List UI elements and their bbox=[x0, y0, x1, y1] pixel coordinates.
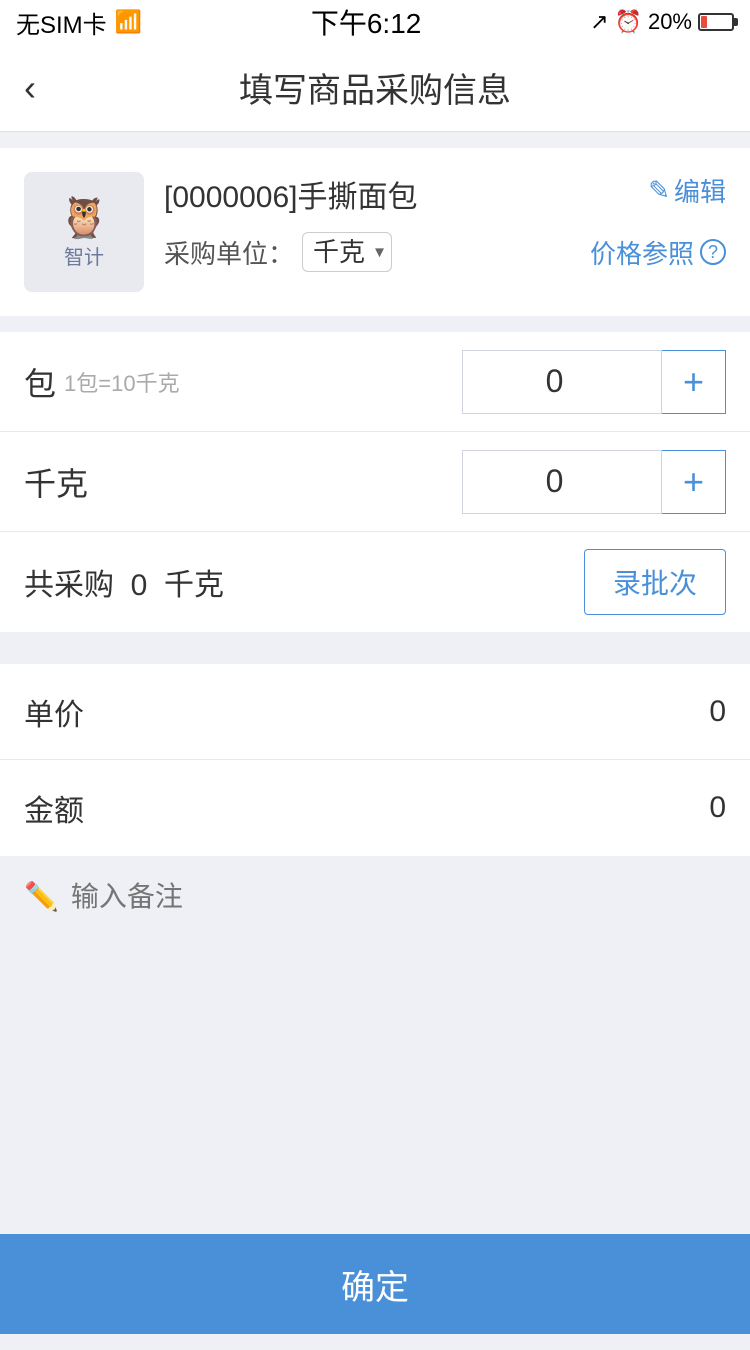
divider-1 bbox=[0, 316, 750, 332]
location-icon: ↗ bbox=[590, 9, 608, 35]
product-name: [0000006]手撕面包 bbox=[164, 172, 648, 216]
unit-price-label: 单价 bbox=[24, 690, 84, 734]
alarm-icon: ⏰ bbox=[615, 9, 642, 35]
bag-label: 包 bbox=[24, 359, 56, 405]
status-time: 下午6:12 bbox=[311, 2, 422, 42]
bag-input[interactable] bbox=[462, 350, 662, 414]
status-left: 无SIM卡 📶 bbox=[16, 5, 142, 40]
unit-label: 采购单位： bbox=[164, 234, 294, 271]
nav-bar: ‹ 填写商品采购信息 bbox=[0, 44, 750, 132]
edit-icon: ✎ bbox=[648, 175, 670, 206]
back-button[interactable]: ‹ bbox=[24, 67, 36, 109]
total-value: 0 bbox=[131, 569, 148, 602]
pencil-icon: ✏️ bbox=[24, 880, 59, 913]
unit-price-row: 单价 0 bbox=[0, 664, 750, 760]
unit-select[interactable]: 千克 包 bbox=[302, 232, 392, 272]
owl-icon: 🦉 bbox=[59, 194, 109, 241]
divider-2 bbox=[0, 632, 750, 648]
product-card: 🦉 智计 [0000006]手撕面包 ✎ 编辑 采购单位： 千克 包 bbox=[0, 148, 750, 316]
amount-label: 金额 bbox=[24, 786, 84, 830]
battery-text: 20% bbox=[648, 9, 692, 35]
edit-label: 编辑 bbox=[674, 172, 726, 209]
remark-input[interactable] bbox=[71, 881, 726, 913]
amount-value: 0 bbox=[709, 791, 726, 825]
remark-section: ✏️ bbox=[0, 856, 750, 937]
total-unit: 千克 bbox=[164, 569, 224, 602]
status-bar: 无SIM卡 📶 下午6:12 ↗ ⏰ 20% bbox=[0, 0, 750, 44]
product-image-label: 智计 bbox=[59, 241, 109, 270]
batch-button[interactable]: 录批次 bbox=[584, 549, 726, 615]
kg-input[interactable] bbox=[462, 450, 662, 514]
price-section: 单价 0 金额 0 bbox=[0, 664, 750, 856]
status-right: ↗ ⏰ 20% bbox=[590, 9, 734, 35]
main-content: 🦉 智计 [0000006]手撕面包 ✎ 编辑 采购单位： 千克 包 bbox=[0, 148, 750, 1350]
total-prefix: 共采购 bbox=[24, 569, 114, 602]
price-ref-label: 价格参照 bbox=[590, 234, 694, 271]
kg-input-row: 千克 + bbox=[0, 432, 750, 532]
kg-label: 千克 bbox=[24, 459, 88, 505]
page-title: 填写商品采购信息 bbox=[239, 63, 511, 112]
product-info: [0000006]手撕面包 ✎ 编辑 采购单位： 千克 包 bbox=[164, 172, 726, 272]
amount-row: 金额 0 bbox=[0, 760, 750, 856]
total-row: 共采购 0 千克 录批次 bbox=[0, 532, 750, 632]
price-ref-icon: ? bbox=[700, 239, 726, 265]
battery-icon bbox=[698, 13, 734, 31]
edit-button[interactable]: ✎ 编辑 bbox=[648, 172, 726, 209]
bag-plus-button[interactable]: + bbox=[662, 350, 726, 414]
confirm-button[interactable]: 确定 bbox=[0, 1234, 750, 1334]
total-text: 共采购 0 千克 bbox=[24, 560, 224, 604]
input-section: 包 1包=10千克 + 千克 + bbox=[0, 332, 750, 532]
product-image: 🦉 智计 bbox=[24, 172, 144, 292]
confirm-label: 确定 bbox=[341, 1260, 409, 1309]
bag-input-row: 包 1包=10千克 + bbox=[0, 332, 750, 432]
unit-price-value: 0 bbox=[709, 695, 726, 729]
carrier-text: 无SIM卡 bbox=[16, 5, 107, 40]
unit-select-wrapper[interactable]: 千克 包 bbox=[302, 232, 392, 272]
wifi-icon: 📶 bbox=[115, 9, 142, 35]
kg-plus-button[interactable]: + bbox=[662, 450, 726, 514]
bag-sublabel: 1包=10千克 bbox=[64, 366, 180, 398]
price-ref-button[interactable]: 价格参照 ? bbox=[590, 234, 726, 271]
